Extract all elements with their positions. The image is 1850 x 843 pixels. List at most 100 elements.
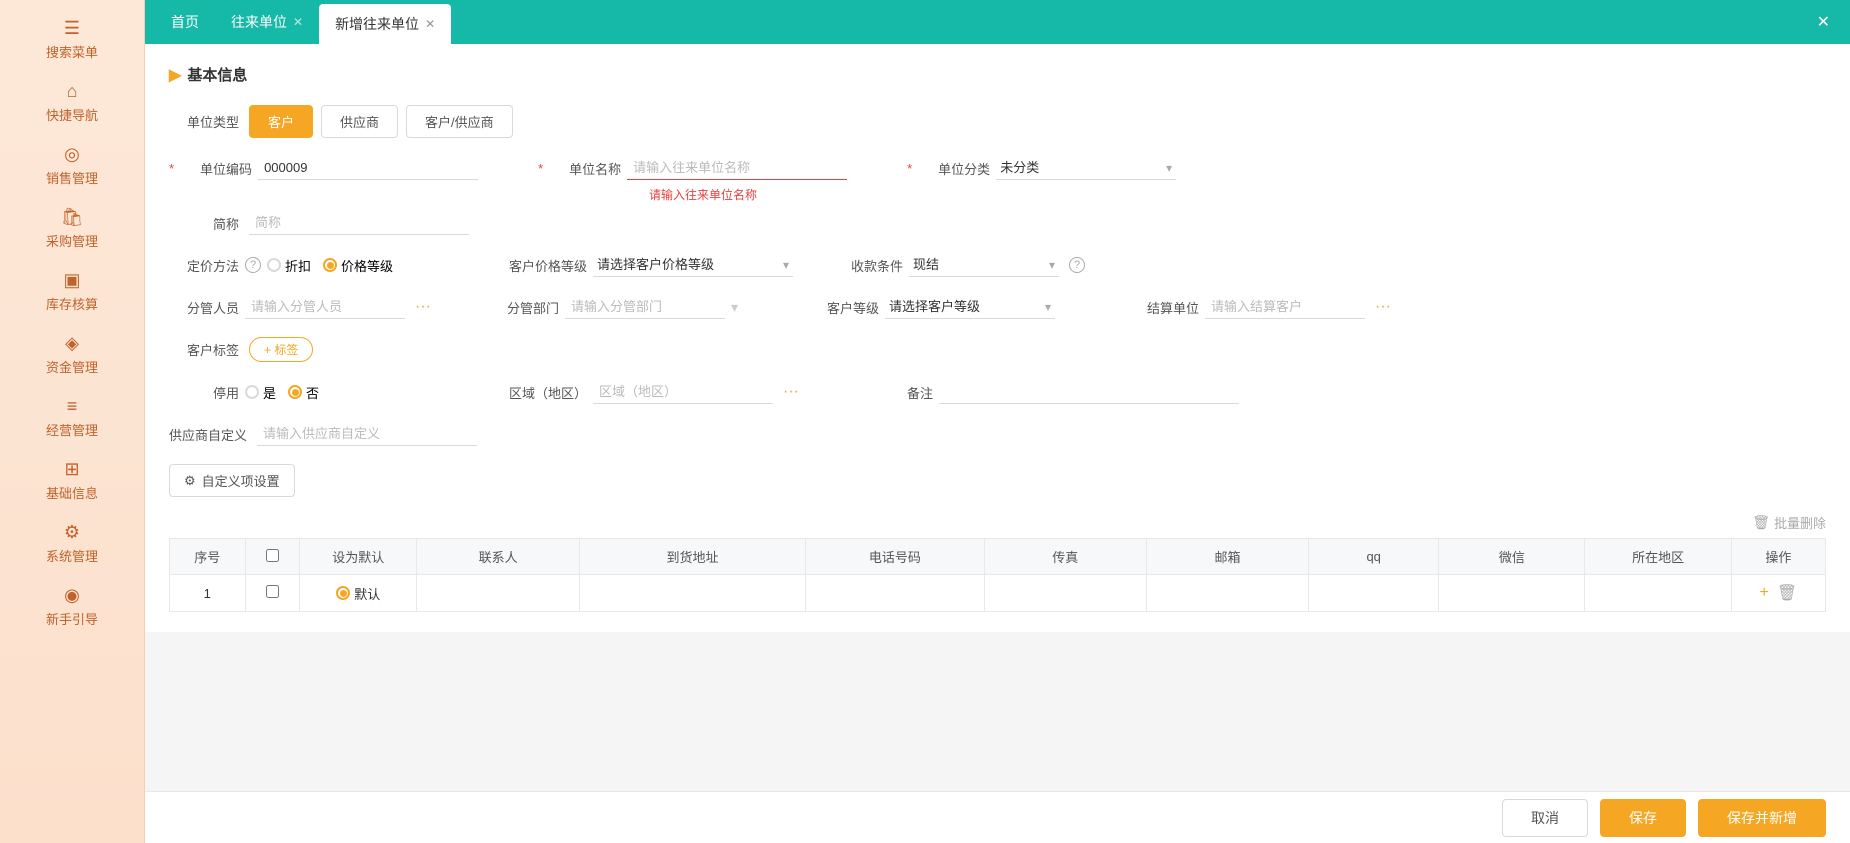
search-menu-icon: ☰	[64, 18, 80, 39]
phone-input[interactable]	[850, 586, 940, 601]
tab-home[interactable]: 首页	[155, 0, 215, 44]
tab-counterparty[interactable]: 往来单位 ✕	[215, 0, 319, 44]
row-checkbox[interactable]	[266, 585, 279, 598]
unit-category-select[interactable]: 未分类	[996, 156, 1176, 180]
sidebar-item-guide[interactable]: ◉ 新手引导	[0, 575, 144, 638]
disabled-no-label: 否	[306, 383, 319, 402]
custom-settings-button[interactable]: ⚙ 自定义项设置	[169, 464, 295, 497]
wechat-input[interactable]	[1477, 586, 1547, 601]
sidebar-item-finance[interactable]: ◈ 资金管理	[0, 323, 144, 386]
batch-delete-label[interactable]: 批量删除	[1774, 513, 1826, 532]
cell-fax[interactable]	[984, 575, 1146, 612]
customer-price-select[interactable]: 请选择客户价格等级	[593, 253, 793, 277]
disabled-row: 停用 是 否 区域（地区）	[169, 380, 1826, 404]
note-field: 备注	[863, 380, 1239, 404]
sidebar-item-label: 采购管理	[46, 231, 98, 250]
sidebar-item-basic-info[interactable]: ⊞ 基础信息	[0, 449, 144, 512]
fax-input[interactable]	[1025, 586, 1105, 601]
pricing-help-icon[interactable]: ?	[245, 257, 261, 273]
payment-help-icon[interactable]: ?	[1069, 257, 1085, 273]
radio-disabled-yes[interactable]: 是	[245, 383, 276, 402]
settlement-ellipsis[interactable]: ···	[1371, 298, 1395, 316]
pricing-field: 定价方法 ? 折扣 价格等级	[169, 256, 469, 275]
cell-phone[interactable]	[806, 575, 984, 612]
inventory-icon: ▣	[63, 270, 80, 291]
unit-type-label: 单位类型	[169, 112, 239, 131]
tab-new-counterparty[interactable]: 新增往来单位 ✕	[319, 4, 451, 44]
disabled-radio-group: 是 否	[245, 383, 319, 402]
region-input[interactable]	[593, 380, 773, 404]
tab-new-counterparty-close[interactable]: ✕	[425, 17, 435, 31]
alias-input[interactable]	[249, 211, 469, 235]
radio-discount-label: 折扣	[285, 256, 311, 275]
action-icons: + 🗑	[1742, 583, 1815, 603]
sidebar-item-label: 资金管理	[46, 357, 98, 376]
unit-code-input[interactable]	[258, 156, 478, 180]
cell-region[interactable]	[1585, 575, 1731, 612]
manager-ellipsis[interactable]: ···	[411, 298, 435, 316]
tab-new-counterparty-label: 新增往来单位	[335, 14, 419, 34]
region-ellipsis[interactable]: ···	[779, 383, 803, 401]
radio-discount[interactable]: 折扣	[267, 256, 311, 275]
sidebar-item-sales[interactable]: ◎ 销售管理	[0, 134, 144, 197]
btn-supplier[interactable]: 供应商	[321, 105, 398, 138]
save-new-button[interactable]: 保存并新增	[1698, 799, 1826, 837]
sidebar-item-label: 搜索菜单	[46, 42, 98, 61]
contact-input[interactable]	[458, 586, 538, 601]
finance-icon: ◈	[65, 333, 79, 354]
delete-row-icon[interactable]: 🗑	[1777, 583, 1797, 603]
req-star: *	[169, 161, 174, 176]
department-input[interactable]	[565, 295, 725, 319]
qq-input[interactable]	[1344, 586, 1404, 601]
supplier-custom-input[interactable]	[257, 422, 477, 446]
sidebar-item-purchase[interactable]: 🛍 采购管理	[0, 197, 144, 260]
sidebar-item-quicknav[interactable]: ⌂ 快捷导航	[0, 71, 144, 134]
trash-icon: 🗑	[1752, 514, 1770, 531]
row-region-input[interactable]	[1623, 586, 1693, 601]
settlement-input[interactable]	[1205, 295, 1365, 319]
radio-price-level[interactable]: 价格等级	[323, 256, 393, 275]
note-input[interactable]	[939, 380, 1239, 404]
section-icon: ▶	[169, 65, 181, 85]
cell-qq[interactable]	[1309, 575, 1439, 612]
sidebar-item-label: 快捷导航	[46, 105, 98, 124]
cell-email[interactable]	[1146, 575, 1308, 612]
disabled-field: 停用 是 否	[169, 383, 449, 402]
select-all-checkbox[interactable]	[266, 549, 279, 562]
window-close-icon[interactable]: ✕	[1807, 12, 1840, 32]
section-title: 基本信息	[187, 64, 247, 85]
unit-type-row: 单位类型 客户 供应商 客户/供应商	[169, 105, 1826, 138]
manager-input[interactable]	[245, 295, 405, 319]
address-input[interactable]	[633, 586, 753, 601]
email-input[interactable]	[1187, 586, 1267, 601]
unit-code-field: * 单位编码	[169, 156, 478, 180]
sidebar-item-inventory[interactable]: ▣ 库存核算	[0, 260, 144, 323]
guide-icon: ◉	[64, 585, 80, 606]
payment-terms-select[interactable]: 现结	[909, 253, 1059, 277]
cell-contact[interactable]	[417, 575, 579, 612]
tab-counterparty-close[interactable]: ✕	[293, 15, 303, 29]
settlement-field: 结算单位 ···	[1129, 295, 1409, 319]
row-default-radio[interactable]: 默认	[310, 584, 406, 603]
batch-delete-area: 🗑 批量删除	[169, 513, 1826, 532]
sidebar-item-search[interactable]: ☰ 搜索菜单	[0, 8, 144, 71]
payment-terms-label: 收款条件	[833, 256, 903, 275]
cell-address[interactable]	[579, 575, 806, 612]
radio-disabled-no[interactable]: 否	[288, 383, 319, 402]
settlement-label: 结算单位	[1129, 298, 1199, 317]
save-button[interactable]: 保存	[1600, 799, 1686, 837]
btn-customer[interactable]: 客户	[249, 105, 313, 138]
unit-info-row: * 单位编码 * 单位名称 * 单位分类	[169, 156, 1826, 180]
add-tag-button[interactable]: + 标签	[249, 337, 313, 362]
content-area: ▶ 基本信息 单位类型 客户 供应商 客户/供应商 * 单位编码	[145, 44, 1850, 791]
cell-wechat[interactable]	[1439, 575, 1585, 612]
sidebar-item-operations[interactable]: ≡ 经营管理	[0, 386, 144, 449]
unit-name-input[interactable]	[627, 156, 847, 180]
unit-category-select-wrapper: 未分类	[996, 156, 1176, 180]
sidebar-item-system[interactable]: ⚙ 系统管理	[0, 512, 144, 575]
cancel-button[interactable]: 取消	[1502, 799, 1588, 837]
operations-icon: ≡	[67, 396, 78, 417]
add-row-icon[interactable]: +	[1760, 584, 1769, 602]
customer-level-select[interactable]: 请选择客户等级	[885, 295, 1055, 319]
btn-both[interactable]: 客户/供应商	[406, 105, 513, 138]
